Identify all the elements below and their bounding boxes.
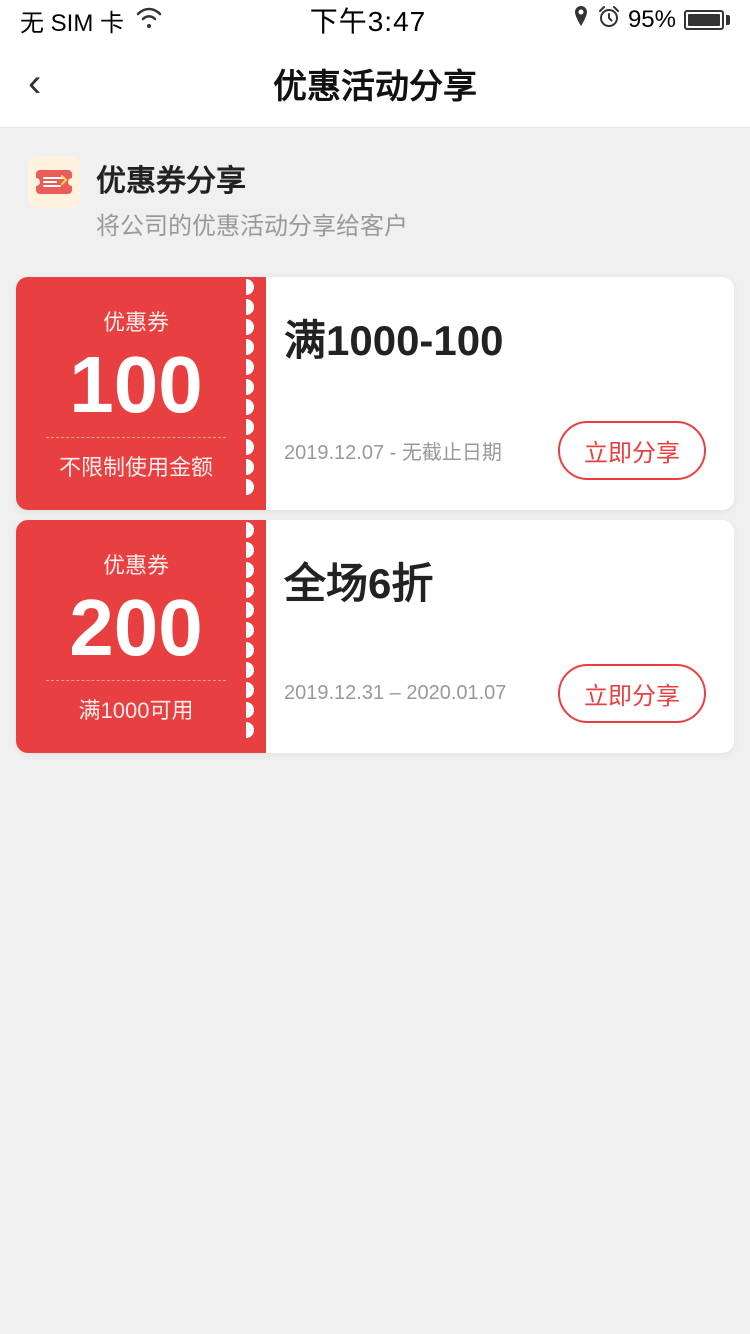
coupon-bottom-2: 2019.12.31 – 2020.01.07 立即分享 bbox=[284, 664, 706, 723]
coupon-divider-1 bbox=[46, 437, 226, 438]
coupon-title-2: 全场6折 bbox=[284, 550, 706, 611]
status-bar: 无 SIM 卡 下午3:47 95% bbox=[0, 0, 750, 40]
share-button-2[interactable]: 立即分享 bbox=[558, 664, 706, 723]
bottom-area bbox=[0, 783, 750, 1283]
coupon-right-1: 满1000-100 2019.12.07 - 无截止日期 立即分享 bbox=[256, 277, 734, 510]
coupon-divider-2 bbox=[46, 680, 226, 681]
coupons-container: 优惠券 100 不限制使用金额 满1000-100 2019.12.07 - 无… bbox=[0, 257, 750, 783]
section-text: 优惠券分享 将公司的优惠活动分享给客户 bbox=[96, 156, 408, 241]
coupon-type-2: 优惠券 bbox=[103, 548, 169, 580]
coupon-card-1: 优惠券 100 不限制使用金额 满1000-100 2019.12.07 - 无… bbox=[16, 277, 734, 510]
location-icon bbox=[572, 6, 590, 35]
back-button[interactable]: ‹ bbox=[28, 61, 41, 106]
coupon-type-1: 优惠券 bbox=[103, 305, 169, 337]
coupon-share-icon bbox=[28, 156, 80, 208]
coupon-left-2: 优惠券 200 满1000可用 bbox=[16, 520, 256, 753]
section-title: 优惠券分享 bbox=[96, 156, 408, 200]
section-header: 优惠券分享 将公司的优惠活动分享给客户 bbox=[0, 128, 750, 257]
status-right: 95% bbox=[572, 6, 730, 35]
share-button-1[interactable]: 立即分享 bbox=[558, 421, 706, 480]
status-left: 无 SIM 卡 bbox=[20, 3, 164, 38]
coupon-left-1: 优惠券 100 不限制使用金额 bbox=[16, 277, 256, 510]
carrier-text: 无 SIM 卡 bbox=[20, 3, 124, 38]
coupon-bottom-1: 2019.12.07 - 无截止日期 立即分享 bbox=[284, 421, 706, 480]
coupon-date-2: 2019.12.31 – 2020.01.07 bbox=[284, 682, 548, 705]
coupon-date-1: 2019.12.07 - 无截止日期 bbox=[284, 436, 548, 465]
battery-percent: 95% bbox=[628, 6, 676, 34]
nav-bar: ‹ 优惠活动分享 bbox=[0, 40, 750, 128]
coupon-right-2: 全场6折 2019.12.31 – 2020.01.07 立即分享 bbox=[256, 520, 734, 753]
status-time: 下午3:47 bbox=[310, 0, 427, 40]
coupon-condition-2: 满1000可用 bbox=[79, 693, 194, 725]
coupon-condition-1: 不限制使用金额 bbox=[59, 450, 213, 482]
wifi-icon bbox=[134, 6, 164, 35]
section-subtitle: 将公司的优惠活动分享给客户 bbox=[96, 206, 408, 241]
coupon-title-1: 满1000-100 bbox=[284, 307, 706, 368]
battery-icon bbox=[684, 10, 730, 30]
alarm-icon bbox=[598, 6, 620, 35]
coupon-card-2: 优惠券 200 满1000可用 全场6折 2019.12.31 – 2020.0… bbox=[16, 520, 734, 753]
coupon-value-2: 200 bbox=[69, 588, 202, 668]
coupon-value-1: 100 bbox=[69, 345, 202, 425]
page-title: 优惠活动分享 bbox=[273, 59, 477, 108]
